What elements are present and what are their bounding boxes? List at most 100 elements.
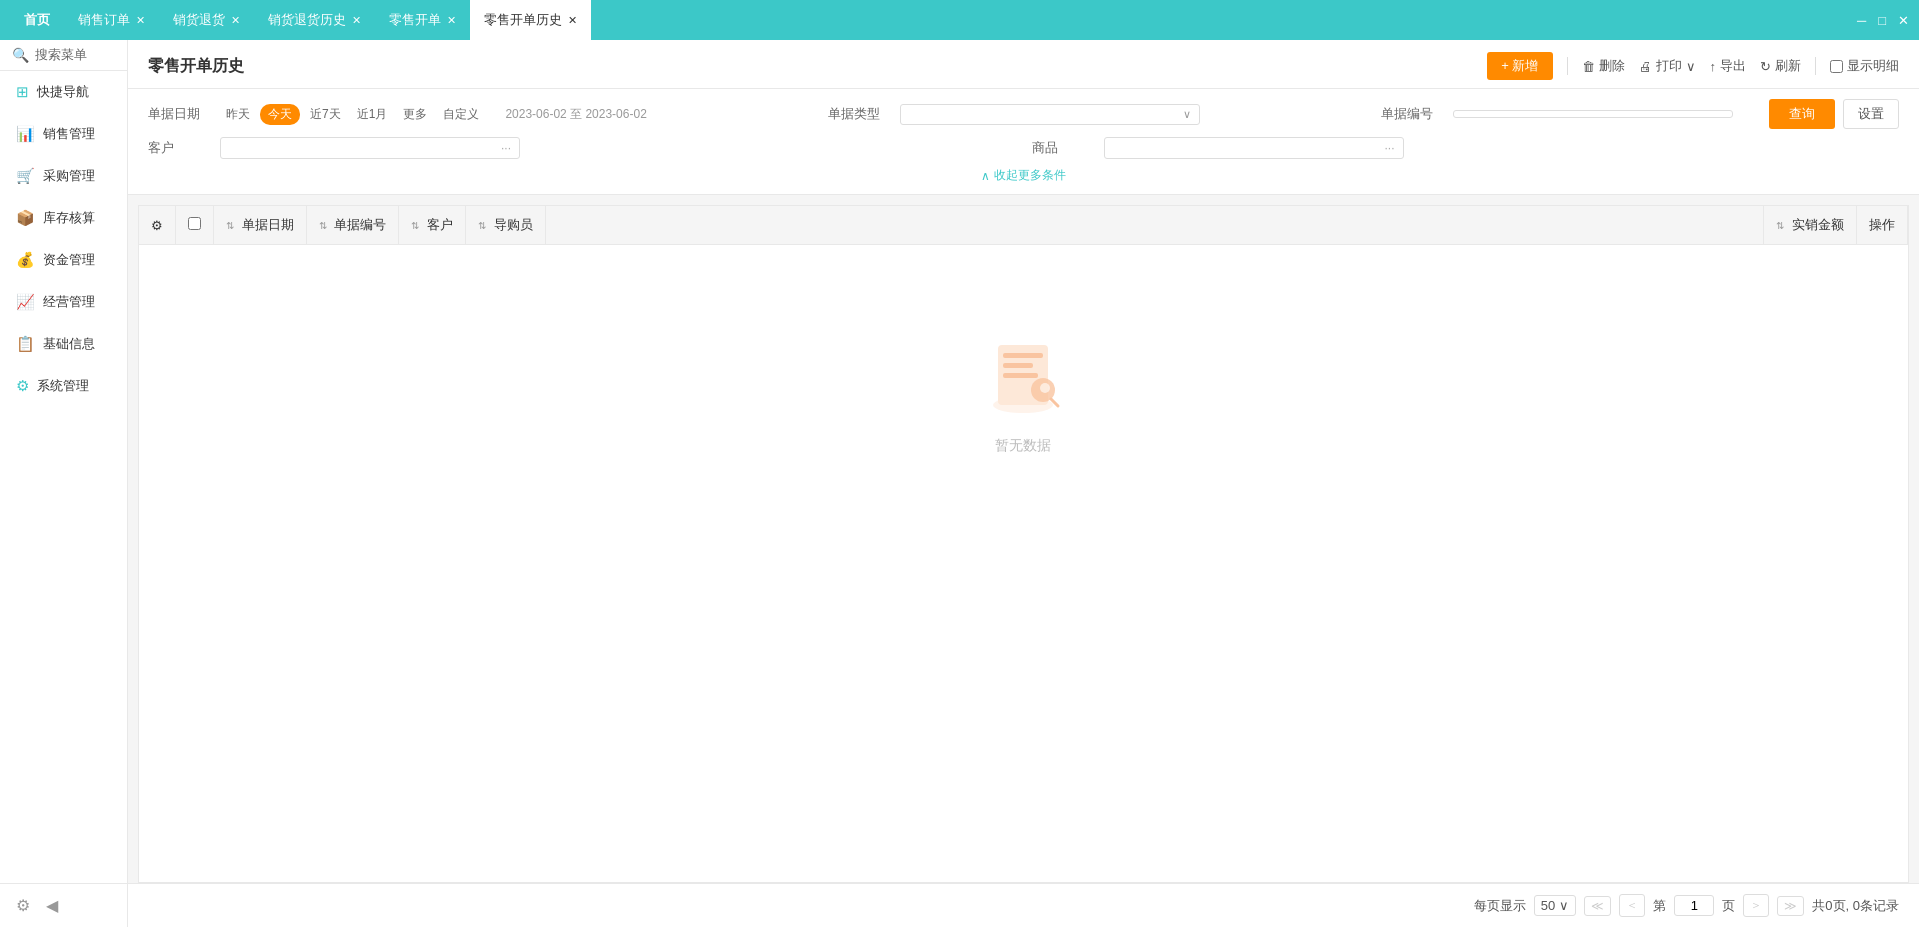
refresh-button[interactable]: ↻ 刷新 — [1760, 57, 1801, 75]
sidebar-bottom: ⚙ ◀ — [0, 883, 127, 927]
order-no-input[interactable] — [1453, 110, 1733, 118]
customer-dots-icon: ··· — [501, 141, 511, 155]
add-button[interactable]: + 新增 — [1487, 52, 1552, 80]
sidebar-item-basic-info[interactable]: 📋 基础信息 — [0, 323, 127, 365]
tab-sales-return-label: 销货退货 — [173, 11, 225, 29]
sidebar-item-label: 基础信息 — [43, 335, 95, 353]
total-info: 共0页, 0条记录 — [1812, 897, 1899, 915]
page-size-select[interactable]: 50 ∨ — [1534, 895, 1576, 916]
customer-input[interactable]: ··· — [220, 137, 520, 159]
col-amount[interactable]: ⇅ 实销金额 — [1764, 206, 1857, 245]
sidebar-collapse-icon[interactable]: ◀ — [46, 896, 58, 915]
date-btn-yesterday[interactable]: 昨天 — [220, 104, 256, 125]
date-btn-more[interactable]: 更多 — [397, 104, 433, 125]
print-arrow-icon: ∨ — [1686, 59, 1696, 74]
goods-dots-icon: ··· — [1384, 141, 1394, 155]
col-date[interactable]: ⇅ 单据日期 — [214, 206, 307, 245]
print-button[interactable]: 🖨 打印 ∨ — [1639, 57, 1696, 75]
delete-icon: 🗑 — [1582, 59, 1595, 74]
page-label: 第 — [1653, 897, 1666, 915]
date-btn-last7[interactable]: 近7天 — [304, 104, 347, 125]
content-area: 零售开单历史 + 新增 🗑 删除 🖨 打印 ∨ ↑ 导出 ↻ — [128, 40, 1919, 927]
sidebar-item-purchase-mgmt[interactable]: 🛒 采购管理 — [0, 155, 127, 197]
sidebar-item-label: 资金管理 — [43, 251, 95, 269]
sidebar-item-label: 系统管理 — [37, 377, 89, 395]
col-order-no[interactable]: ⇅ 单据编号 — [306, 206, 399, 245]
basic-info-icon: 📋 — [16, 335, 35, 353]
prev-page-button[interactable]: ＜ — [1619, 894, 1645, 917]
sidebar-item-sys-mgmt[interactable]: ⚙ 系统管理 — [0, 365, 127, 407]
tab-sales-order[interactable]: 销售订单 ✕ — [64, 0, 159, 40]
sort-date-icon: ⇅ — [226, 220, 234, 231]
col-guide[interactable]: ⇅ 导购员 — [465, 206, 545, 245]
date-btn-today[interactable]: 今天 — [260, 104, 300, 125]
tab-retail-open-label: 零售开单 — [389, 11, 441, 29]
svg-rect-3 — [1003, 363, 1033, 368]
tab-sales-return[interactable]: 销货退货 ✕ — [159, 0, 254, 40]
select-all-checkbox[interactable] — [188, 217, 201, 230]
page-title: 零售开单历史 — [148, 56, 244, 77]
sidebar-item-label: 经营管理 — [43, 293, 95, 311]
collapse-bar[interactable]: ∧ 收起更多条件 — [148, 167, 1899, 184]
sidebar-item-finance[interactable]: 💰 资金管理 — [0, 239, 127, 281]
col-settings[interactable]: ⚙ — [139, 206, 176, 245]
empty-icon — [973, 325, 1073, 425]
table-area: ⚙ ⇅ 单据日期 ⇅ 单据编号 ⇅ — [128, 195, 1919, 883]
sidebar-item-label: 库存核算 — [43, 209, 95, 227]
search-menu-bar[interactable]: 🔍 搜索菜单 — [0, 40, 127, 71]
export-button[interactable]: ↑ 导出 — [1710, 57, 1747, 75]
tab-retail-open-close[interactable]: ✕ — [447, 14, 456, 27]
filter-row-1: 单据日期 昨天 今天 近7天 近1月 更多 自定义 2023-06-02 至 2… — [148, 99, 1899, 129]
next-page-button[interactable]: ＞ — [1743, 894, 1769, 917]
tab-sales-return-history[interactable]: 销货退货历史 ✕ — [254, 0, 375, 40]
collapse-up-icon: ∧ — [981, 169, 990, 183]
order-type-select[interactable]: ∨ — [900, 104, 1200, 125]
max-button[interactable]: □ — [1878, 13, 1886, 28]
close-button[interactable]: ✕ — [1898, 13, 1909, 28]
sidebar-item-label: 快捷导航 — [37, 83, 89, 101]
date-btn-last-month[interactable]: 近1月 — [351, 104, 394, 125]
tab-home[interactable]: 首页 — [10, 0, 64, 40]
empty-text: 暂无数据 — [995, 437, 1051, 455]
sort-customer-icon: ⇅ — [411, 220, 419, 231]
sidebar-item-sales-mgmt[interactable]: 📊 销售管理 — [0, 113, 127, 155]
query-button[interactable]: 查询 — [1769, 99, 1835, 129]
sidebar-item-inventory[interactable]: 📦 库存核算 — [0, 197, 127, 239]
sidebar: 🔍 搜索菜单 ⊞ 快捷导航 📊 销售管理 🛒 采购管理 📦 库存核算 💰 资金管… — [0, 40, 128, 927]
customer-filter-label: 客户 — [148, 139, 204, 157]
order-type-label: 单据类型 — [828, 105, 884, 123]
sidebar-item-quick-nav[interactable]: ⊞ 快捷导航 — [0, 71, 127, 113]
first-page-button[interactable]: ≪ — [1584, 896, 1611, 916]
tab-sales-order-close[interactable]: ✕ — [136, 14, 145, 27]
print-label: 打印 — [1656, 57, 1682, 75]
page-size-arrow-icon: ∨ — [1559, 898, 1569, 913]
tab-sales-return-history-close[interactable]: ✕ — [352, 14, 361, 27]
col-customer[interactable]: ⇅ 客户 — [399, 206, 466, 245]
page-number-input[interactable]: 1 — [1674, 895, 1714, 916]
print-icon: 🖨 — [1639, 59, 1652, 74]
delete-button[interactable]: 🗑 删除 — [1582, 57, 1625, 75]
pagination-bar: 每页显示 50 ∨ ≪ ＜ 第 1 页 ＞ ≫ 共0页, 0条记录 — [128, 883, 1919, 927]
date-range-text: 2023-06-02 至 2023-06-02 — [505, 106, 646, 123]
goods-input[interactable]: ··· — [1104, 137, 1404, 159]
last-page-button[interactable]: ≫ — [1777, 896, 1804, 916]
settings-gear-icon[interactable]: ⚙ — [16, 896, 30, 915]
tab-sales-order-label: 销售订单 — [78, 11, 130, 29]
collapse-label: 收起更多条件 — [994, 167, 1066, 184]
min-button[interactable]: ─ — [1857, 13, 1866, 28]
tab-sales-return-close[interactable]: ✕ — [231, 14, 240, 27]
tab-retail-open[interactable]: 零售开单 ✕ — [375, 0, 470, 40]
operations-icon: 📈 — [16, 293, 35, 311]
inventory-icon: 📦 — [16, 209, 35, 227]
svg-point-6 — [1040, 383, 1050, 393]
sidebar-item-operations[interactable]: 📈 经营管理 — [0, 281, 127, 323]
date-btn-custom[interactable]: 自定义 — [437, 104, 485, 125]
tab-retail-open-history-close[interactable]: ✕ — [568, 14, 577, 27]
settings-button[interactable]: 设置 — [1843, 99, 1899, 129]
tab-retail-open-history[interactable]: 零售开单历史 ✕ — [470, 0, 591, 40]
page-size-value: 50 — [1541, 898, 1555, 913]
refresh-label: 刷新 — [1775, 57, 1801, 75]
tab-home-label: 首页 — [24, 11, 50, 29]
tab-sales-return-history-label: 销货退货历史 — [268, 11, 346, 29]
display-detail-checkbox[interactable] — [1830, 60, 1843, 73]
